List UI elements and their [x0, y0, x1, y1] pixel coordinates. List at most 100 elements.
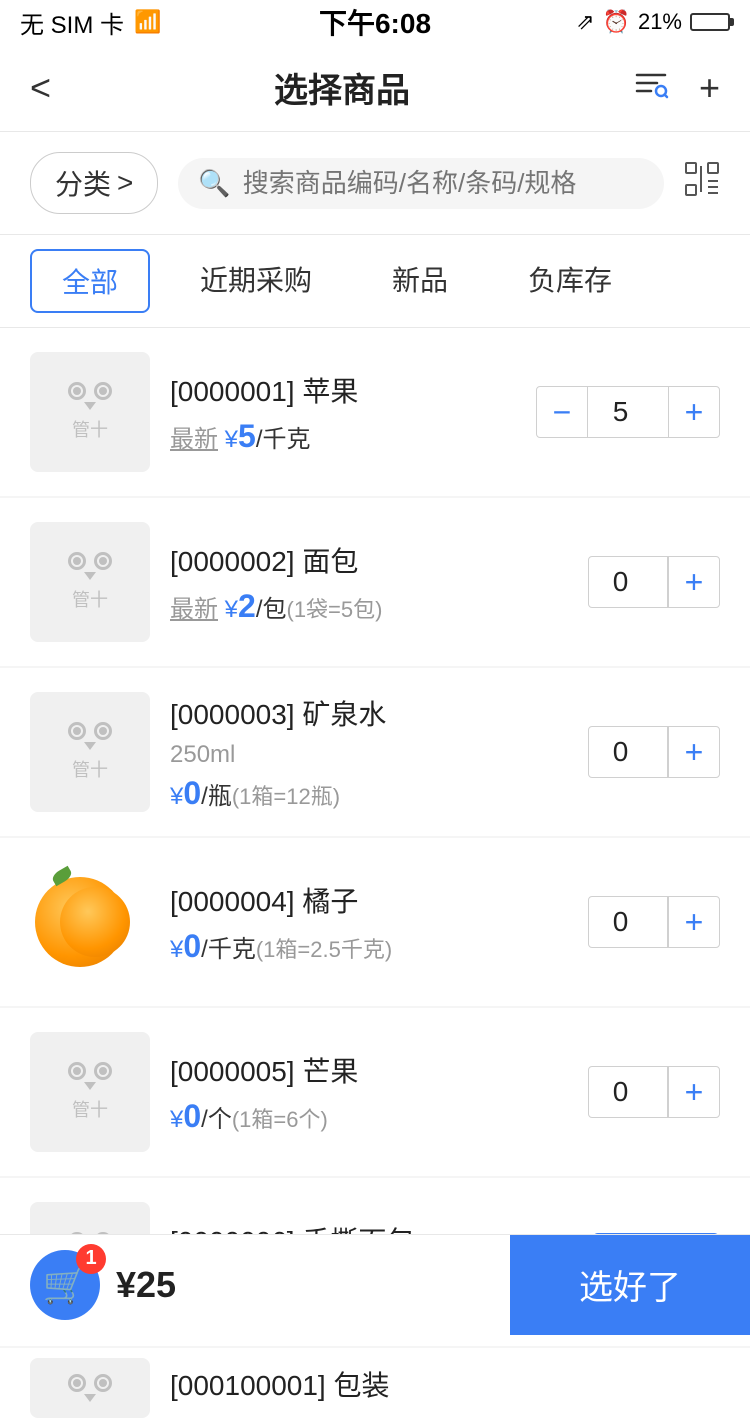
owl-logo: 管十 — [68, 722, 112, 782]
product-name: [0000005] 芒果 — [170, 1050, 568, 1090]
product-thumbnail: 管十 — [30, 352, 150, 472]
price-symbol: ¥ — [170, 936, 183, 963]
product-name: [0000002] 面包 — [170, 540, 568, 580]
price-value: 0 — [183, 1098, 201, 1134]
location-icon: ⇗ — [576, 9, 594, 35]
product-thumbnail: 管十 — [30, 692, 150, 812]
price-symbol: ¥ — [170, 1106, 183, 1133]
product-info: [0000005] 芒果 ¥0/个(1箱=6个) — [170, 1050, 568, 1135]
price-unit: /包 — [256, 596, 287, 623]
quantity-input[interactable] — [588, 726, 668, 778]
owl-logo: 管十 — [68, 1062, 112, 1122]
product-price: ¥0/瓶(1箱=12瓶) — [170, 775, 568, 812]
product-info: [0000004] 橘子 ¥0/千克(1箱=2.5千克) — [170, 880, 568, 965]
quantity-control: + — [588, 1066, 720, 1118]
price-symbol: ¥ — [225, 426, 238, 453]
quantity-increase-button[interactable]: + — [668, 726, 720, 778]
price-box: (1箱=12瓶) — [232, 784, 340, 809]
tab-all[interactable]: 全部 — [30, 249, 150, 313]
list-item: [000100001] 包装 — [0, 1348, 750, 1428]
list-item: 管十 [0000002] 面包 最新 ¥2/包(1袋=5包) + — [0, 498, 750, 666]
product-thumbnail: 管十 — [30, 522, 150, 642]
price-symbol: ¥ — [170, 783, 183, 810]
status-time: 下午6:08 — [319, 2, 431, 42]
price-box: (1箱=2.5千克) — [256, 937, 392, 962]
confirm-button[interactable]: 选好了 — [510, 1235, 750, 1335]
back-button[interactable]: < — [30, 67, 51, 109]
list-item: 管十 [0000003] 矿泉水 250ml ¥0/瓶(1箱=12瓶) + — [0, 668, 750, 836]
product-spec: 250ml — [170, 741, 568, 769]
list-item: 管十 [0000005] 芒果 ¥0/个(1箱=6个) + — [0, 1008, 750, 1176]
category-label: 分类 — [55, 163, 111, 203]
list-item: 管十 [0000001] 苹果 最新 ¥5/千克 − + — [0, 328, 750, 496]
search-input-wrap: 🔍 — [178, 158, 664, 209]
filter-tabs: 全部 近期采购 新品 负库存 — [0, 235, 750, 328]
quantity-input[interactable] — [588, 896, 668, 948]
quantity-increase-button[interactable]: + — [668, 1066, 720, 1118]
price-unit: /个 — [201, 1106, 232, 1133]
carrier-label: 无 SIM 卡 — [20, 5, 124, 40]
scan-icon[interactable] — [684, 161, 720, 205]
quantity-input[interactable] — [588, 1066, 668, 1118]
page-title: 选择商品 — [274, 63, 410, 112]
quantity-control: − + — [536, 386, 720, 438]
price-unit: /千克 — [256, 426, 311, 453]
search-input[interactable] — [243, 168, 644, 199]
product-name: [000100001] 包装 — [170, 1364, 720, 1404]
tab-negative[interactable]: 负库存 — [498, 235, 642, 327]
quantity-increase-button[interactable]: + — [668, 896, 720, 948]
battery-icon — [690, 13, 730, 31]
price-box: (1箱=6个) — [232, 1107, 328, 1132]
cart-button[interactable]: 🛒 1 — [30, 1250, 100, 1320]
tab-recent[interactable]: 近期采购 — [170, 235, 342, 327]
search-icon: 🔍 — [198, 168, 230, 199]
price-label: 最新 — [170, 596, 218, 623]
price-label: 最新 — [170, 426, 218, 453]
nav-actions: + — [633, 65, 720, 110]
price-value: 2 — [238, 588, 256, 624]
product-info: [0000003] 矿泉水 250ml ¥0/瓶(1箱=12瓶) — [170, 693, 568, 812]
category-button[interactable]: 分类 > — [30, 152, 158, 214]
quantity-control: + — [588, 896, 720, 948]
list-item: [0000004] 橘子 ¥0/千克(1箱=2.5千克) + — [0, 838, 750, 1006]
product-price: ¥0/千克(1箱=2.5千克) — [170, 928, 568, 965]
bottom-bar: 🛒 1 ¥25 选好了 — [0, 1234, 750, 1334]
tab-new[interactable]: 新品 — [362, 235, 478, 327]
product-price: ¥0/个(1箱=6个) — [170, 1098, 568, 1135]
product-info: [0000001] 苹果 最新 ¥5/千克 — [170, 370, 516, 455]
product-name: [0000003] 矿泉水 — [170, 693, 568, 733]
product-info: [0000002] 面包 最新 ¥2/包(1袋=5包) — [170, 540, 568, 625]
product-thumbnail — [30, 1358, 150, 1418]
quantity-decrease-button[interactable]: − — [536, 386, 588, 438]
price-unit: /千克 — [201, 936, 256, 963]
product-info: [000100001] 包装 — [170, 1364, 720, 1412]
price-unit: /瓶 — [201, 783, 232, 810]
product-name: [0000001] 苹果 — [170, 370, 516, 410]
quantity-control: + — [588, 556, 720, 608]
owl-logo: 管十 — [68, 552, 112, 612]
wifi-icon: 📶 — [134, 9, 161, 35]
price-box: (1袋=5包) — [287, 597, 383, 622]
alarm-icon: ⏰ — [603, 9, 630, 35]
cart-total: ¥25 — [116, 1264, 176, 1306]
price-value: 5 — [238, 418, 256, 454]
cart-badge: 1 — [76, 1244, 106, 1274]
quantity-increase-button[interactable]: + — [668, 386, 720, 438]
category-chevron-icon: > — [117, 167, 133, 199]
add-button[interactable]: + — [699, 67, 720, 109]
product-thumbnail: 管十 — [30, 1032, 150, 1152]
product-thumbnail — [30, 862, 150, 982]
status-bar: 无 SIM 卡 📶 下午6:08 ⇗ ⏰ 21% — [0, 0, 750, 44]
product-name: [0000004] 橘子 — [170, 880, 568, 920]
product-price: 最新 ¥2/包(1袋=5包) — [170, 588, 568, 625]
cart-section: 🛒 1 ¥25 — [0, 1250, 510, 1320]
search-bar: 分类 > 🔍 — [0, 132, 750, 235]
quantity-control: + — [588, 726, 720, 778]
quantity-input[interactable] — [588, 386, 668, 438]
battery-percent: 21% — [638, 9, 682, 35]
filter-icon[interactable] — [633, 65, 669, 110]
nav-bar: < 选择商品 + — [0, 44, 750, 132]
quantity-input[interactable] — [588, 556, 668, 608]
quantity-increase-button[interactable]: + — [668, 556, 720, 608]
price-symbol: ¥ — [225, 596, 238, 623]
